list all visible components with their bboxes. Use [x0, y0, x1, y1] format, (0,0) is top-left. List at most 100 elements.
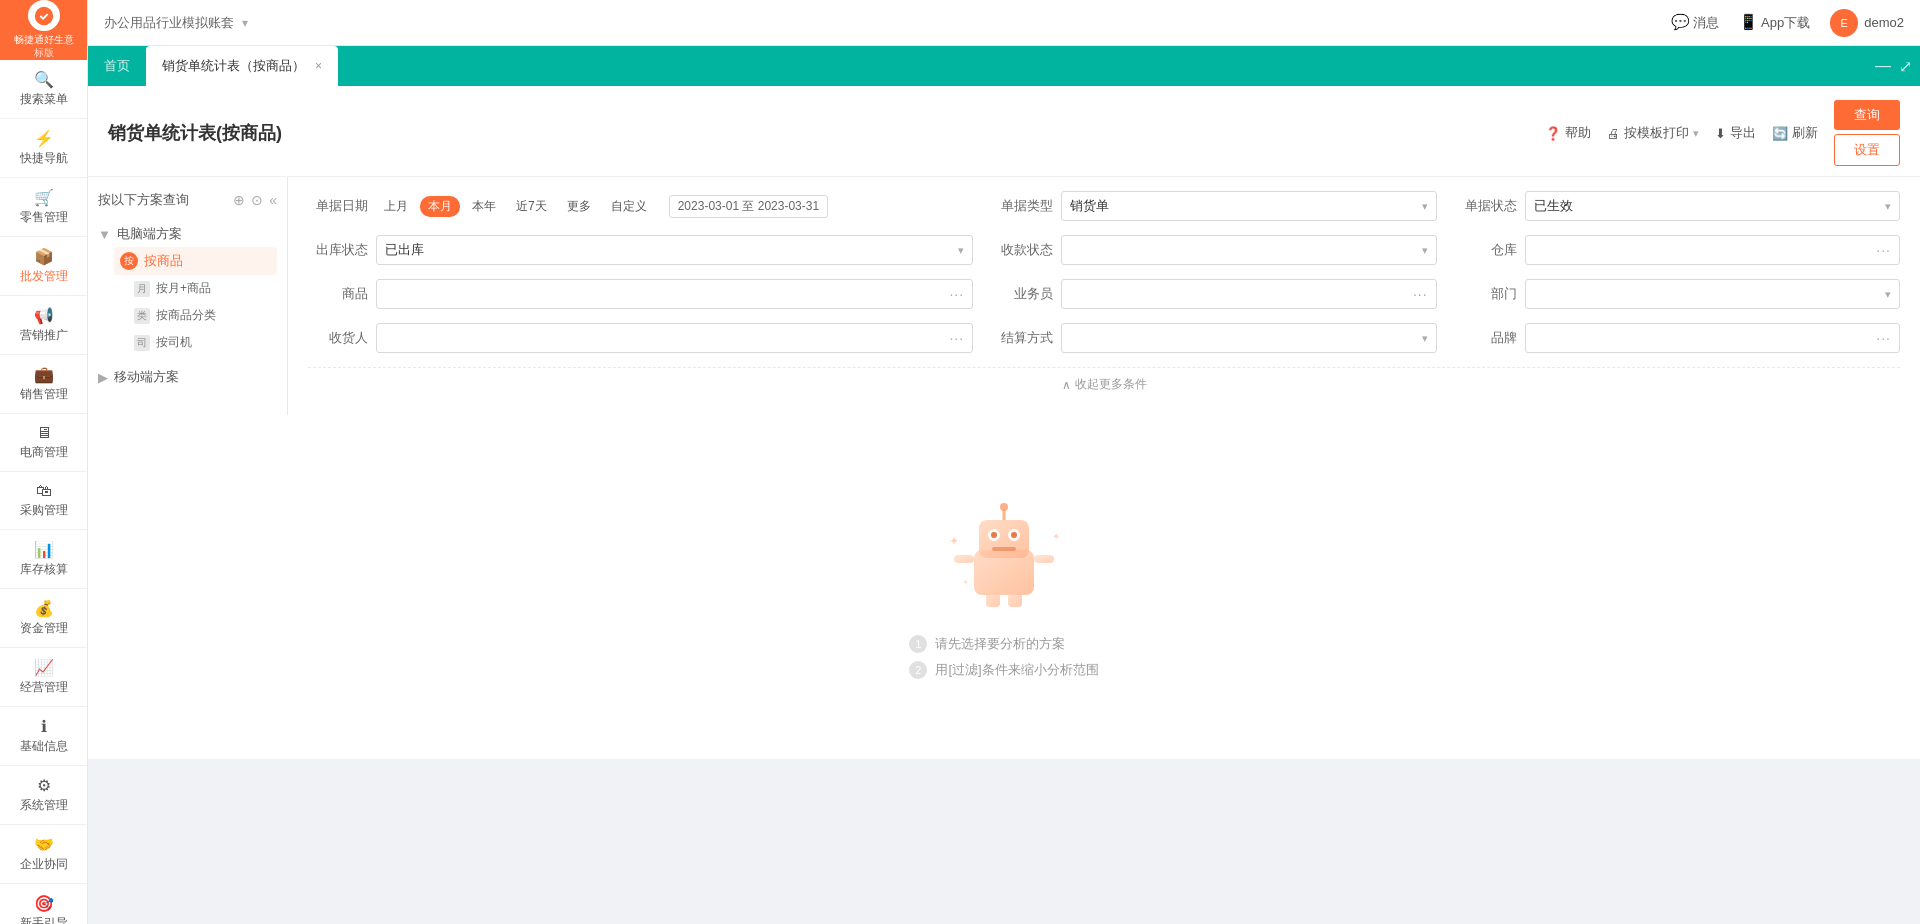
salesperson-input[interactable]: ··· [1061, 279, 1436, 309]
print-icon: 🖨 [1607, 126, 1620, 141]
header-actions: 💬 消息 📱 App下载 E demo2 [1671, 9, 1904, 37]
filter-out-status: 出库状态 已出库 ▾ [308, 235, 973, 265]
sidebar-item-wholesale[interactable]: 📦 批发管理 [0, 237, 87, 296]
sidebar-label-system: 系统管理 [4, 797, 83, 814]
department-label: 部门 [1457, 285, 1517, 303]
tab-home-label: 首页 [104, 57, 130, 75]
page-header: 销货单统计表(按商品) ❓ 帮助 🖨 按模板打印 ▾ ⬇ 导出 [88, 86, 1920, 177]
enterprise-icon: 🤝 [4, 835, 83, 854]
app-download-label: App下载 [1761, 15, 1810, 30]
sidebar-item-enterprise[interactable]: 🤝 企业协同 [0, 825, 87, 884]
filter-row-1: 单据日期 上月 本月 本年 近7天 更多 自定义 20 [308, 191, 1900, 221]
brand-input[interactable]: ··· [1525, 323, 1900, 353]
scheme-item-label-by-month-product: 按月+商品 [156, 280, 211, 297]
sidebar-item-inventory[interactable]: 📊 库存核算 [0, 530, 87, 589]
help-label: 帮助 [1565, 124, 1591, 142]
svg-text:✦: ✦ [962, 578, 969, 587]
receive-status-select[interactable]: ▾ [1061, 235, 1436, 265]
date-tab-more[interactable]: 更多 [559, 196, 599, 217]
scheme-item-by-category[interactable]: 类 按商品分类 [114, 302, 277, 329]
date-tab-7days[interactable]: 近7天 [508, 196, 555, 217]
filter-payment: 结算方式 ▾ [993, 323, 1436, 353]
filter-receiver: 收货人 ··· [308, 323, 973, 353]
tab-home[interactable]: 首页 [88, 46, 146, 86]
scheme-item-by-month-product[interactable]: 月 按月+商品 [114, 275, 277, 302]
user-menu[interactable]: E demo2 [1830, 9, 1904, 37]
date-range-input[interactable]: 2023-03-01 至 2023-03-31 [669, 195, 828, 218]
sidebar-item-retail[interactable]: 🛒 零售管理 [0, 178, 87, 237]
scheme-group-pc-header[interactable]: ▼ 电脑端方案 [98, 221, 277, 247]
doc-type-label: 单据类型 [993, 197, 1053, 215]
scheme-item-by-printer[interactable]: 司 按司机 [114, 329, 277, 356]
sidebar-item-newuser[interactable]: 🎯 新手引导 [0, 884, 87, 924]
tab-minimize-icon[interactable]: — [1875, 57, 1891, 75]
message-button[interactable]: 💬 消息 [1671, 13, 1720, 32]
scheme-group-mobile-label: 移动端方案 [114, 368, 179, 386]
wholesale-icon: 📦 [4, 247, 83, 266]
sidebar-item-marketing[interactable]: 📢 营销推广 [0, 296, 87, 355]
refresh-button[interactable]: 🔄 刷新 [1772, 124, 1818, 142]
tip-num-2: 2 [909, 661, 927, 679]
tab-close-icon[interactable]: × [315, 59, 322, 73]
svg-rect-10 [954, 555, 974, 563]
app-download-button[interactable]: 📱 App下载 [1739, 13, 1810, 32]
settings-button[interactable]: 设置 [1834, 134, 1900, 166]
warehouse-input[interactable]: ··· [1525, 235, 1900, 265]
filter-row-4: 收货人 ··· 结算方式 ▾ [308, 323, 1900, 353]
avatar: E [1830, 9, 1858, 37]
scheme-item-by-product[interactable]: 按 按商品 [114, 247, 277, 275]
date-tab-this-year[interactable]: 本年 [464, 196, 504, 217]
workspace-dropdown-icon: ▾ [242, 16, 248, 30]
svg-point-9 [1000, 503, 1008, 511]
sidebar-item-search[interactable]: 🔍 搜索菜单 [0, 60, 87, 119]
tab-report[interactable]: 销货单统计表（按商品） × [146, 46, 338, 86]
receiver-input[interactable]: ··· [376, 323, 973, 353]
date-tab-custom[interactable]: 自定义 [603, 196, 655, 217]
svg-rect-7 [992, 547, 1016, 551]
out-status-select[interactable]: 已出库 ▾ [376, 235, 973, 265]
date-tab-this-month[interactable]: 本月 [420, 196, 460, 217]
marketing-icon: 📢 [4, 306, 83, 325]
empty-tip-2: 2 用[过滤]条件来缩小分析范围 [909, 661, 1098, 679]
operation-icon: 📈 [4, 658, 83, 677]
finance-icon: 💰 [4, 599, 83, 618]
sidebar-item-system[interactable]: ⚙ 系统管理 [0, 766, 87, 825]
scheme-group-pc: ▼ 电脑端方案 按 按商品 月 按月+商品 [88, 217, 287, 360]
page-title: 销货单统计表(按商品) [108, 121, 282, 145]
sidebar-item-quick[interactable]: ⚡ 快捷导航 [0, 119, 87, 178]
export-button[interactable]: ⬇ 导出 [1715, 124, 1756, 142]
scheme-item-label-by-product: 按商品 [144, 252, 183, 270]
brand-label: 品牌 [1457, 329, 1517, 347]
print-button[interactable]: 🖨 按模板打印 ▾ [1607, 124, 1699, 142]
filter-row-2: 出库状态 已出库 ▾ 收款状态 ▾ [308, 235, 1900, 265]
sidebar-item-finance[interactable]: 💰 资金管理 [0, 589, 87, 648]
sidebar-item-purchase[interactable]: 🛍 采购管理 [0, 472, 87, 530]
scheme-collapse-icon[interactable]: « [269, 192, 277, 208]
collapse-button[interactable]: ∧ 收起更多条件 [1062, 376, 1147, 393]
product-input[interactable]: ··· [376, 279, 973, 309]
sidebar-item-basic[interactable]: ℹ 基础信息 [0, 707, 87, 766]
doc-status-select[interactable]: 已生效 ▾ [1525, 191, 1900, 221]
scheme-settings-icon[interactable]: ⊙ [251, 192, 263, 208]
date-tab-last-month[interactable]: 上月 [376, 196, 416, 217]
sidebar-item-operation[interactable]: 📈 经营管理 [0, 648, 87, 707]
department-select[interactable]: ▾ [1525, 279, 1900, 309]
sidebar-item-ecommerce[interactable]: 🖥 电商管理 [0, 414, 87, 472]
sub-icon-category: 类 [134, 308, 150, 324]
svg-text:✦: ✦ [1052, 531, 1060, 542]
tab-expand-icon[interactable]: ⤢ [1899, 57, 1912, 76]
payment-select[interactable]: ▾ [1061, 323, 1436, 353]
sales-icon: 💼 [4, 365, 83, 384]
scheme-add-icon[interactable]: ⊕ [233, 192, 245, 208]
workspace-selector[interactable]: 办公用品行业模拟账套 ▾ [104, 14, 248, 32]
help-button[interactable]: ❓ 帮助 [1545, 124, 1591, 142]
logo-icon [28, 0, 60, 31]
receiver-dots-icon: ··· [949, 330, 964, 346]
sidebar-item-sales[interactable]: 💼 销售管理 [0, 355, 87, 414]
query-button[interactable]: 查询 [1834, 100, 1900, 130]
payment-label: 结算方式 [993, 329, 1053, 347]
sidebar-label-sales: 销售管理 [4, 386, 83, 403]
doc-type-select[interactable]: 销货单 ▾ [1061, 191, 1436, 221]
scheme-group-mobile-header[interactable]: ▶ 移动端方案 [98, 364, 277, 390]
workspace-label: 办公用品行业模拟账套 [104, 14, 234, 32]
